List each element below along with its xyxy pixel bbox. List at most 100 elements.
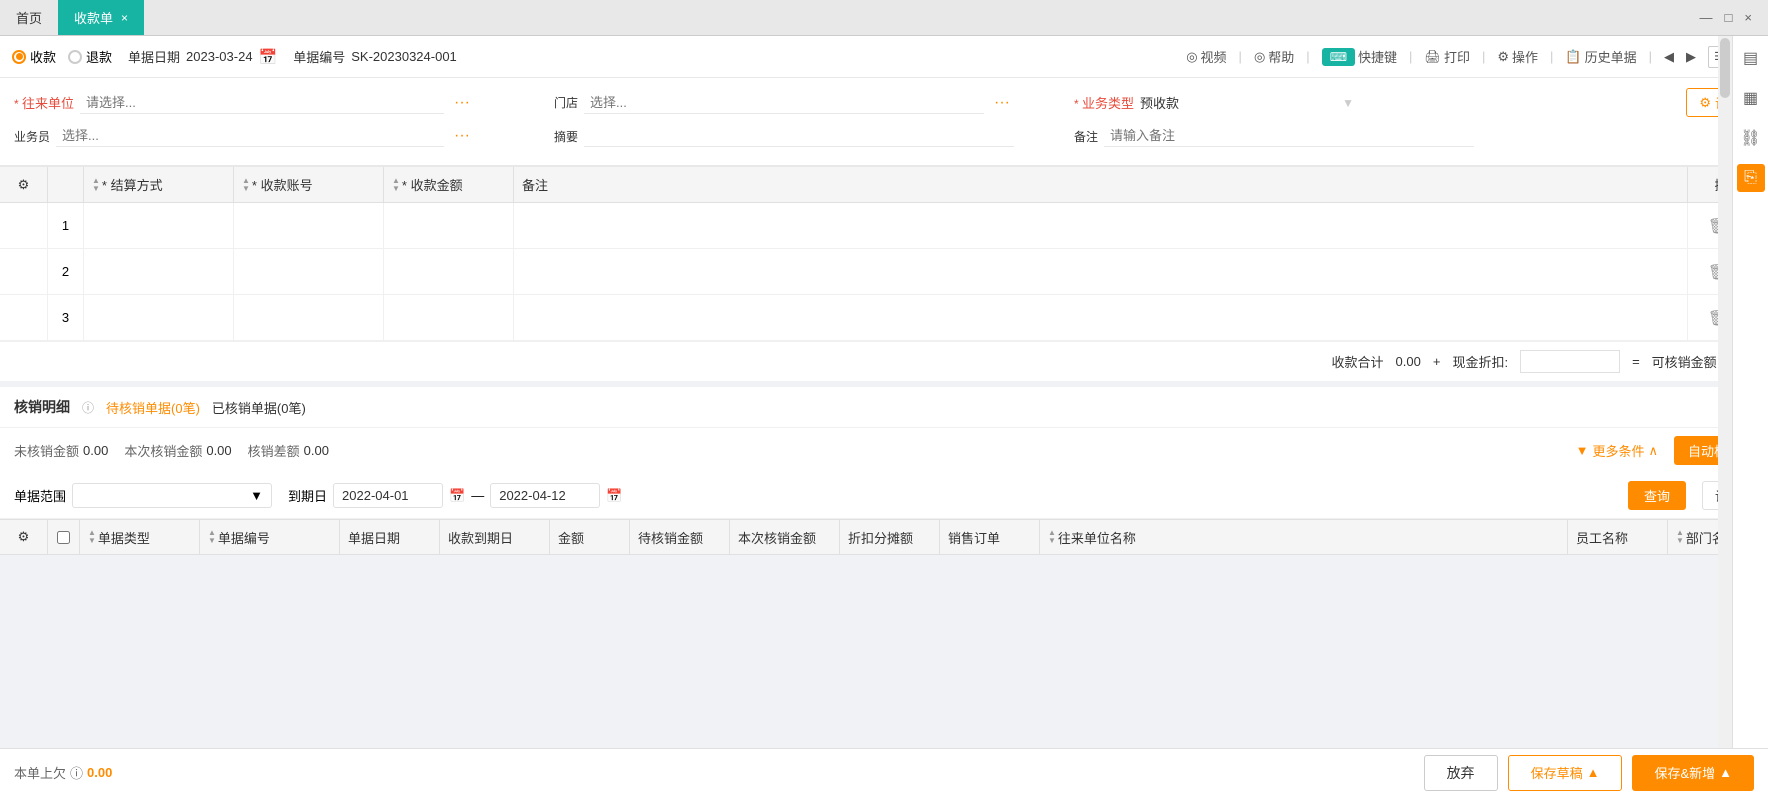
- table-row: 2 🗑 ⎘: [0, 249, 1768, 295]
- save-draft-button[interactable]: 保存草稿 ▲: [1508, 755, 1623, 791]
- draft-chevron-icon: ▲: [1587, 765, 1600, 780]
- summary-label: 摘要: [554, 128, 578, 145]
- sidebar-edit-icon[interactable]: ⎘: [1737, 164, 1765, 192]
- select-all-checkbox[interactable]: [57, 531, 70, 544]
- filter-row: 单据范围 ▼ 到期日 📅 — 📅 查询 设置: [0, 473, 1768, 519]
- calendar-icon[interactable]: 📅: [259, 48, 278, 66]
- writeoff-info-icon[interactable]: ⓘ: [82, 399, 94, 416]
- row3-account[interactable]: [234, 295, 384, 340]
- query-button[interactable]: 查询: [1628, 481, 1686, 510]
- row3-settlement[interactable]: [84, 295, 234, 340]
- save-new-button[interactable]: 保存&新增 ▲: [1632, 755, 1754, 791]
- store-input[interactable]: [584, 92, 984, 114]
- calendar-end-icon[interactable]: 📅: [606, 488, 622, 504]
- receipt-radio[interactable]: 收款: [12, 47, 56, 66]
- store-more-btn[interactable]: ···: [990, 94, 1014, 112]
- operation-link[interactable]: ⚙ 操作: [1497, 47, 1538, 66]
- bt-col-current: 本次核销金额: [730, 520, 840, 554]
- bottom-stat-label: 本单上欠: [14, 763, 66, 782]
- row1-amount[interactable]: [384, 203, 514, 248]
- salesperson-input[interactable]: [56, 125, 444, 147]
- bt-col-date: 单据日期: [340, 520, 440, 554]
- row1-settlement[interactable]: [84, 203, 234, 248]
- salesperson-more-btn[interactable]: ···: [450, 127, 474, 145]
- counterpart-field: * 往来单位 ···: [14, 92, 474, 114]
- remark-input[interactable]: [1104, 125, 1474, 147]
- refund-radio[interactable]: 退款: [68, 47, 112, 66]
- bottom-actions: 放弃 保存草稿 ▲ 保存&新增 ▲: [1424, 755, 1754, 791]
- bt-col-due-date: 收款到期日: [440, 520, 550, 554]
- business-type-select[interactable]: 预收款 ▼: [1140, 93, 1354, 112]
- business-type-field: * 业务类型 预收款 ▼: [1074, 93, 1354, 112]
- row3-amount[interactable]: [384, 295, 514, 340]
- range-chevron: ▼: [250, 488, 263, 503]
- col-remark-header: 备注: [514, 167, 1688, 202]
- writeoff-stats-row: 未核销金额 0.00 本次核销金额 0.00 核销差额 0.00 ▼ 更多条件 …: [0, 428, 1768, 473]
- bt-col-settings[interactable]: ⚙: [0, 520, 48, 554]
- row2-settlement[interactable]: [84, 249, 234, 294]
- row2-amount[interactable]: [384, 249, 514, 294]
- discount-input[interactable]: [1520, 350, 1620, 373]
- date-field-group: 单据日期 2023-03-24 📅: [128, 47, 277, 66]
- form-area: * 往来单位 ··· 门店 ··· * 业务类型 预收款 ▼ ⚙ 设置: [0, 78, 1768, 166]
- filter-icon: ▼: [1576, 443, 1589, 458]
- store-field: 门店 ···: [554, 92, 1014, 114]
- video-icon: ◎: [1186, 49, 1197, 65]
- summary-input[interactable]: [584, 125, 1014, 147]
- store-label: 门店: [554, 94, 578, 111]
- help-link[interactable]: ◎ 帮助: [1254, 47, 1294, 66]
- tab-home[interactable]: 首页: [0, 0, 58, 35]
- unchecked-label: 未核销金额: [14, 441, 79, 460]
- date-value: 2023-03-24: [186, 49, 253, 64]
- row2-account[interactable]: [234, 249, 384, 294]
- close-icon[interactable]: ×: [1744, 10, 1752, 25]
- settlement-sort-icons: ▲▼: [92, 177, 100, 193]
- bt-col-checkbox[interactable]: [48, 520, 80, 554]
- current-label: 本次核销金额: [124, 441, 202, 460]
- date-label: 单据日期: [128, 47, 180, 66]
- range-select[interactable]: ▼: [72, 483, 272, 508]
- history-link[interactable]: 📋 历史单据: [1565, 47, 1636, 66]
- calendar-start-icon[interactable]: 📅: [449, 488, 465, 504]
- bottom-stat-info-icon[interactable]: ⓘ: [70, 763, 83, 782]
- nav-prev-icon[interactable]: ◀: [1664, 49, 1674, 65]
- maximize-icon[interactable]: □: [1725, 10, 1733, 25]
- scrollbar-area[interactable]: [1718, 36, 1732, 748]
- shortcut-link[interactable]: ⌨ 快捷键: [1322, 47, 1397, 66]
- diff-stat: 核销差额 0.00: [248, 441, 329, 460]
- bottom-table-header: ⚙ ▲▼ 单据类型 ▲▼ 单据编号 单据日期 收款到期日 金额 待核销金额 本次…: [0, 519, 1768, 555]
- receipts-table: ⚙ ▲▼ * 结算方式 ▲▼ * 收款账号 ▲▼ * 收款金额 备注: [0, 166, 1768, 341]
- scrollbar-thumb[interactable]: [1720, 38, 1730, 98]
- row3-remark[interactable]: [514, 295, 1688, 340]
- col-amount-header: ▲▼ * 收款金额: [384, 167, 514, 202]
- print-link[interactable]: 🖨 打印: [1424, 47, 1470, 66]
- row1-account[interactable]: [234, 203, 384, 248]
- date-end-input[interactable]: [490, 483, 600, 508]
- sidebar-link-icon[interactable]: ⛓: [1737, 124, 1765, 152]
- date-start-input[interactable]: [333, 483, 443, 508]
- range-label: 单据范围: [14, 486, 66, 505]
- sidebar-table-icon[interactable]: ▤: [1737, 44, 1765, 72]
- row1-remark[interactable]: [514, 203, 1688, 248]
- counterpart-input[interactable]: [80, 92, 444, 114]
- counterpart-more-btn[interactable]: ···: [450, 94, 474, 112]
- row2-num: 2: [48, 249, 84, 294]
- tab-close-icon[interactable]: ×: [121, 11, 128, 25]
- nav-next-icon[interactable]: ▶: [1686, 49, 1696, 65]
- equals-sign: =: [1632, 354, 1640, 369]
- amount-label: * 收款金额: [402, 175, 463, 194]
- bottom-stat: 本单上欠 ⓘ 0.00: [14, 763, 112, 782]
- sidebar-grid-icon[interactable]: ▦: [1737, 84, 1765, 112]
- more-conditions-btn[interactable]: ▼ 更多条件 ∧: [1576, 441, 1658, 460]
- minimize-icon[interactable]: —: [1700, 10, 1713, 25]
- done-tab[interactable]: 已核销单据(0笔): [212, 398, 306, 417]
- row2-remark[interactable]: [514, 249, 1688, 294]
- video-link[interactable]: ◎ 视频: [1186, 47, 1226, 66]
- diff-value: 0.00: [304, 443, 329, 458]
- col-settings-header[interactable]: ⚙: [0, 167, 48, 202]
- row3-num: 3: [48, 295, 84, 340]
- pending-tab[interactable]: 待核销单据(0笔): [106, 398, 200, 417]
- tab-receipt[interactable]: 收款单 ×: [58, 0, 144, 35]
- abandon-button[interactable]: 放弃: [1424, 755, 1498, 791]
- due-date-label: 到期日: [288, 486, 327, 505]
